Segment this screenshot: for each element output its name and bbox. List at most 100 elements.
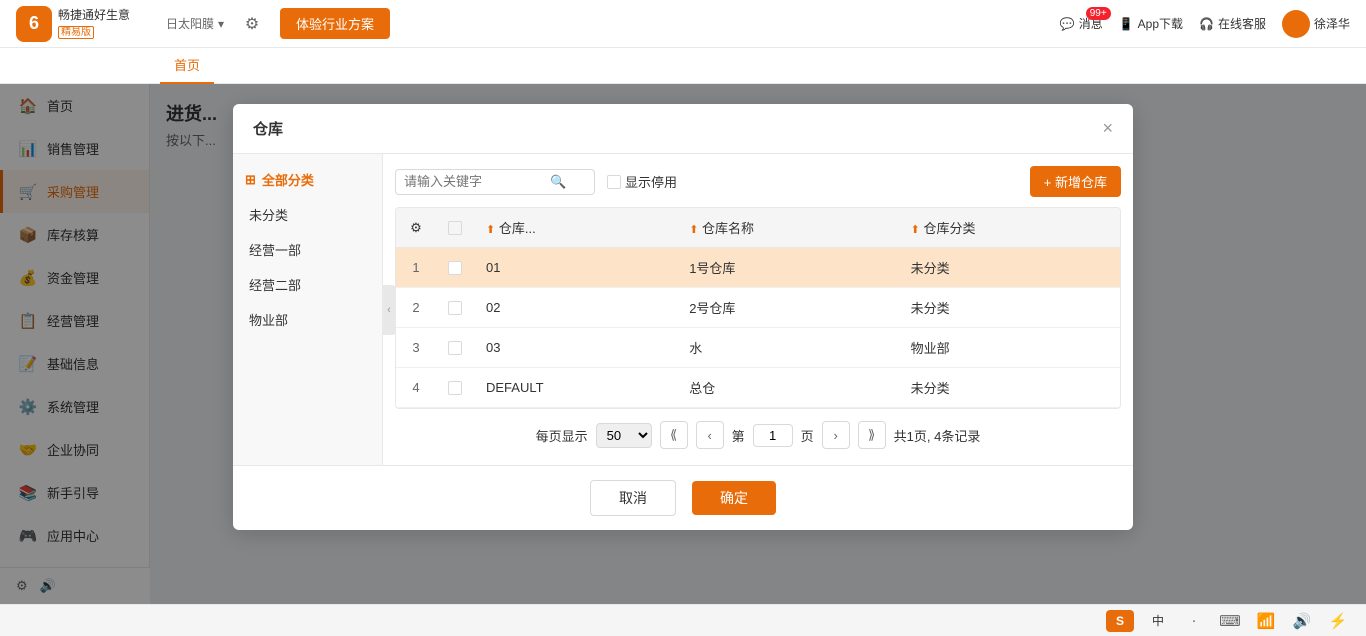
- next-page-button[interactable]: ›: [822, 421, 850, 449]
- table-panel: 🔍 显示停用 + 新增仓库: [383, 154, 1133, 465]
- first-page-button[interactable]: ⟪: [660, 421, 688, 449]
- row-name-4: 总仓: [677, 368, 898, 408]
- prev-page-button[interactable]: ‹: [696, 421, 724, 449]
- brand-badge: 精易版: [58, 26, 94, 39]
- table-row[interactable]: 2 02 2号仓库 未分类: [396, 288, 1120, 328]
- row-checkbox-2[interactable]: [436, 288, 474, 328]
- table-row[interactable]: 4 DEFAULT 总仓 未分类: [396, 368, 1120, 408]
- col-code-header: ⬆ 仓库...: [474, 208, 677, 248]
- col-name-label: 仓库名称: [702, 221, 754, 236]
- row-category-3: 物业部: [899, 328, 1120, 368]
- add-warehouse-button[interactable]: + 新增仓库: [1030, 166, 1121, 197]
- panel-collapse-button[interactable]: ‹: [382, 285, 396, 335]
- row-code-3: 03: [474, 328, 677, 368]
- all-categories-label: 全部分类: [262, 170, 314, 189]
- try-industry-button[interactable]: 体验行业方案: [280, 8, 390, 39]
- category-item-0[interactable]: 未分类: [233, 197, 382, 232]
- row-code-4: DEFAULT: [474, 368, 677, 408]
- table-header-row: ⚙ ⬆ 仓库... ⬆: [396, 208, 1120, 248]
- phone-icon: 📱: [1119, 17, 1134, 31]
- row-name-3: 水: [677, 328, 898, 368]
- modal-title: 仓库: [253, 118, 283, 139]
- page-unit-label: 页: [801, 426, 814, 445]
- per-page-select[interactable]: 50 10 20 100: [596, 423, 652, 448]
- col-checkbox: [436, 208, 474, 248]
- table-toolbar: 🔍 显示停用 + 新增仓库: [395, 166, 1121, 197]
- app-download-button[interactable]: 📱 App下载: [1119, 15, 1183, 32]
- sort-icon-name: ⬆: [689, 224, 698, 236]
- service-label: 在线客服: [1218, 15, 1266, 32]
- logo-area: 6 畅捷通好生意 精易版: [16, 6, 166, 42]
- user-avatar[interactable]: 徐泽华: [1282, 10, 1350, 38]
- search-icon[interactable]: 🔍: [550, 174, 566, 190]
- row-category-2: 未分类: [899, 288, 1120, 328]
- warehouse-table: ⚙ ⬆ 仓库... ⬆: [395, 207, 1121, 409]
- bottom-icon-dot[interactable]: ·: [1182, 609, 1206, 633]
- row-checkbox-1[interactable]: [436, 248, 474, 288]
- pagination: 每页显示 50 10 20 100 ⟪ ‹ 第 页 › ⟫ 共1页, 4条记录: [395, 409, 1121, 453]
- cancel-button[interactable]: 取消: [590, 480, 676, 516]
- nav-tabs: 首页: [0, 48, 1366, 84]
- bottom-icon-power[interactable]: ⚡: [1326, 609, 1350, 633]
- row-num-3: 3: [396, 328, 436, 368]
- settings-icon[interactable]: ⚙: [236, 8, 268, 40]
- per-page-label: 每页显示: [536, 426, 588, 445]
- grid-icon: ⊞: [245, 172, 256, 188]
- row-checkbox-3[interactable]: [436, 328, 474, 368]
- bottom-icon-s[interactable]: S: [1106, 610, 1134, 632]
- sort-icon-code: ⬆: [486, 224, 495, 236]
- brand-name: 畅捷通好生意 精易版: [58, 8, 130, 39]
- sort-icon-category: ⬆: [911, 224, 920, 236]
- headphone-icon: 🎧: [1199, 17, 1214, 31]
- warehouse-modal: 仓库 × ⊞ 全部分类 未分类 经营一部 经营二部 物业部 ‹: [233, 104, 1133, 530]
- last-page-button[interactable]: ⟫: [858, 421, 886, 449]
- category-panel: ⊞ 全部分类 未分类 经营一部 经营二部 物业部 ‹: [233, 154, 383, 465]
- col-code-label: 仓库...: [499, 221, 536, 236]
- message-button[interactable]: 💬 消息 99+: [1060, 15, 1103, 32]
- avatar-circle: [1282, 10, 1310, 38]
- row-checkbox-4[interactable]: [436, 368, 474, 408]
- row-num-4: 4: [396, 368, 436, 408]
- toolbar-left: 🔍 显示停用: [395, 169, 677, 195]
- row-num-1: 1: [396, 248, 436, 288]
- bottom-icon-keyboard[interactable]: ⌨: [1218, 609, 1242, 633]
- confirm-button[interactable]: 确定: [692, 481, 776, 515]
- row-name-1: 1号仓库: [677, 248, 898, 288]
- col-gear: ⚙: [396, 208, 436, 248]
- row-num-2: 2: [396, 288, 436, 328]
- category-item-3[interactable]: 物业部: [233, 302, 382, 337]
- topbar: 6 畅捷通好生意 精易版 日太阳膜 ▾ ⚙ 体验行业方案 💬 消息 99+ 📱 …: [0, 0, 1366, 48]
- app-label: App下载: [1138, 15, 1183, 32]
- row-category-4: 未分类: [899, 368, 1120, 408]
- modal-body: ⊞ 全部分类 未分类 经营一部 经营二部 物业部 ‹ 🔍: [233, 154, 1133, 465]
- category-item-1[interactable]: 经营一部: [233, 232, 382, 267]
- company-name: 日太阳膜: [166, 15, 214, 32]
- logo-icon: 6: [16, 6, 52, 42]
- show-disabled-option: 显示停用: [607, 172, 677, 191]
- total-info: 共1页, 4条记录: [894, 426, 981, 445]
- modal-close-button[interactable]: ×: [1102, 118, 1113, 139]
- bottom-icon-zh[interactable]: 中: [1146, 609, 1170, 633]
- show-disabled-checkbox[interactable]: [607, 175, 621, 189]
- modal-header: 仓库 ×: [233, 104, 1133, 154]
- tab-home[interactable]: 首页: [160, 47, 214, 84]
- page-number-input[interactable]: [753, 424, 793, 447]
- company-selector[interactable]: 日太阳膜 ▾: [166, 15, 224, 32]
- table-row[interactable]: 3 03 水 物业部: [396, 328, 1120, 368]
- modal-footer: 取消 确定: [233, 465, 1133, 530]
- modal-backdrop: 仓库 × ⊞ 全部分类 未分类 经营一部 经营二部 物业部 ‹: [0, 84, 1366, 636]
- category-item-2[interactable]: 经营二部: [233, 267, 382, 302]
- row-code-1: 01: [474, 248, 677, 288]
- table-row[interactable]: 1 01 1号仓库 未分类: [396, 248, 1120, 288]
- bottom-icon-network[interactable]: 📶: [1254, 609, 1278, 633]
- search-input[interactable]: [404, 174, 544, 189]
- search-box: 🔍: [395, 169, 595, 195]
- all-categories-item[interactable]: ⊞ 全部分类: [233, 162, 382, 197]
- bell-icon: 💬: [1060, 17, 1075, 31]
- select-all-checkbox[interactable]: [448, 221, 462, 235]
- col-category-label: 仓库分类: [923, 221, 975, 236]
- col-category-header: ⬆ 仓库分类: [899, 208, 1120, 248]
- bottom-icon-sound[interactable]: 🔊: [1290, 609, 1314, 633]
- online-service-button[interactable]: 🎧 在线客服: [1199, 15, 1266, 32]
- row-name-2: 2号仓库: [677, 288, 898, 328]
